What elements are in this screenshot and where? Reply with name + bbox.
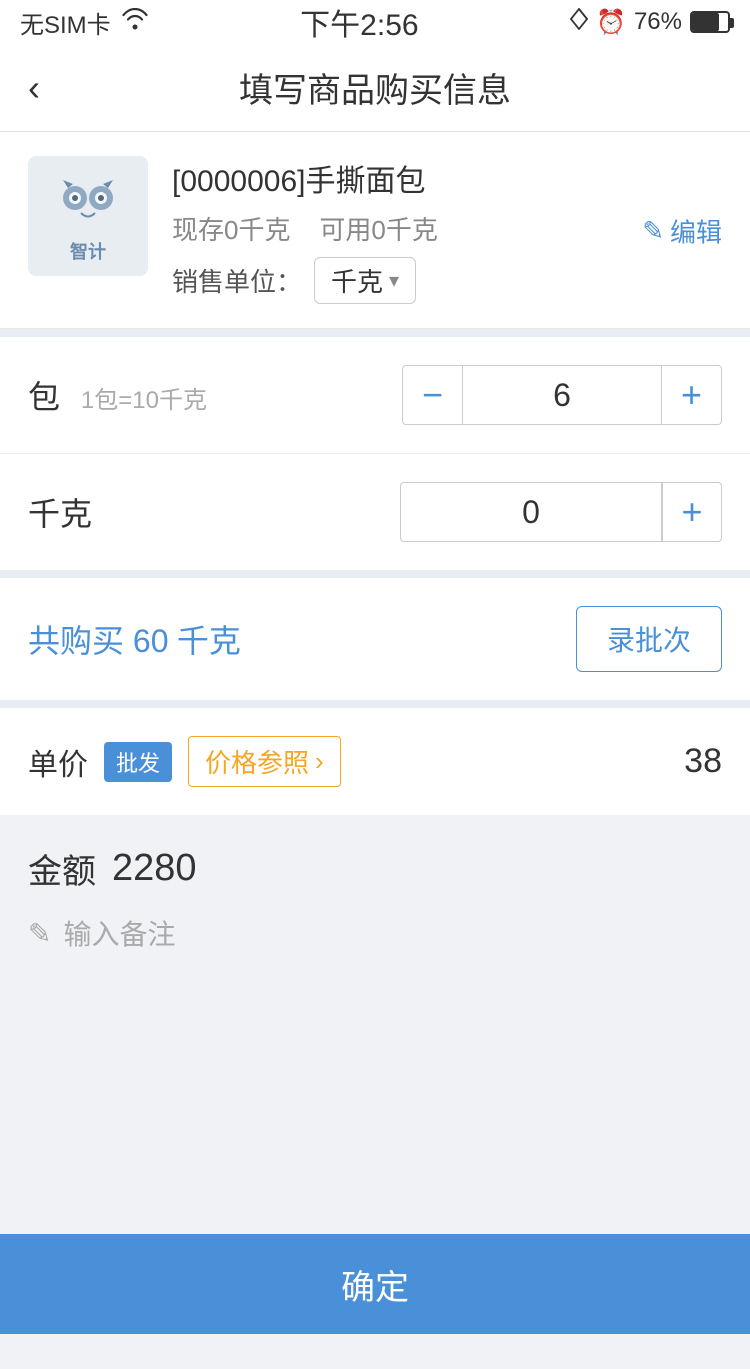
remark-row[interactable]: ✎ 输入备注 <box>28 913 722 953</box>
bag-label: 包 1包=10千克 <box>28 372 402 418</box>
back-button[interactable]: ‹ <box>28 67 40 109</box>
bag-increment-button[interactable]: + <box>662 365 722 425</box>
bag-decrement-button[interactable]: − <box>402 365 462 425</box>
confirm-button[interactable]: 确定 <box>341 1260 409 1309</box>
wifi-icon <box>121 8 149 37</box>
unit-selector[interactable]: 千克 ▾ <box>314 257 416 304</box>
price-label: 单价 <box>28 740 88 784</box>
location-icon <box>570 8 588 37</box>
kg-quantity-row: 千克 + <box>0 454 750 578</box>
edit-label: 编辑 <box>670 212 722 249</box>
bag-quantity-input[interactable] <box>462 365 662 425</box>
product-thumbnail: 智计 <box>28 156 148 276</box>
price-section: 单价 批发 价格参照 › 38 <box>0 708 750 816</box>
record-batch-button[interactable]: 录批次 <box>576 606 722 672</box>
product-unit-row: 销售单位： 千克 ▾ <box>172 257 722 304</box>
amount-value: 2280 <box>112 847 197 890</box>
kg-increment-button[interactable]: + <box>662 482 722 542</box>
summary-text: 共购买 60 千克 <box>28 616 576 662</box>
price-reference-button[interactable]: 价格参照 › <box>188 736 341 787</box>
alarm-icon: ⏰ <box>596 8 626 37</box>
bag-quantity-row: 包 1包=10千克 − + <box>0 337 750 454</box>
page-title: 填写商品购买信息 <box>239 63 511 112</box>
product-card: 智计 [0000006]手撕面包 现存0千克 可用0千克 销售单位： 千克 ▾ <box>0 132 750 329</box>
amount-row: 金额 2280 <box>28 844 722 893</box>
status-left: 无SIM卡 <box>20 5 149 40</box>
status-bar: 无SIM卡 下午2:56 ⏰ 76% <box>0 0 750 44</box>
kg-quantity-input[interactable] <box>400 482 662 542</box>
summary-prefix: 共购买 <box>28 623 133 659</box>
product-info: [0000006]手撕面包 现存0千克 可用0千克 销售单位： 千克 ▾ <box>172 156 722 304</box>
carrier-label: 无SIM卡 <box>20 5 111 40</box>
stock-label: 现存0千克 <box>172 215 290 245</box>
battery-percent: 76% <box>634 8 682 36</box>
kg-qty-controls: + <box>400 482 722 542</box>
product-logo: 智计 <box>53 168 123 264</box>
price-ref-label: 价格参照 <box>205 743 309 780</box>
price-ref-arrow-icon: › <box>315 746 324 777</box>
product-name: [0000006]手撕面包 <box>172 156 722 200</box>
unit-label: 销售单位： <box>172 262 302 299</box>
bag-hint: 1包=10千克 <box>81 387 207 414</box>
bag-qty-controls: − + <box>402 365 722 425</box>
product-card-wrapper: 智计 [0000006]手撕面包 现存0千克 可用0千克 销售单位： 千克 ▾ <box>0 132 750 337</box>
price-batch-tag: 批发 <box>104 742 172 782</box>
available-label: 可用0千克 <box>319 215 437 245</box>
summary-quantity: 60 <box>133 623 169 659</box>
summary-row: 共购买 60 千克 录批次 <box>0 578 750 708</box>
price-value: 38 <box>684 742 722 781</box>
logo-text: 智计 <box>53 238 123 264</box>
page-filler <box>0 969 750 1269</box>
edit-button[interactable]: ✎ 编辑 <box>642 212 722 249</box>
confirm-bar[interactable]: 确定 <box>0 1234 750 1334</box>
summary-unit: 千克 <box>177 623 241 659</box>
nav-bar: ‹ 填写商品购买信息 <box>0 44 750 132</box>
unit-arrow-icon: ▾ <box>389 268 399 293</box>
remark-placeholder: 输入备注 <box>63 913 175 953</box>
product-stock: 现存0千克 可用0千克 <box>172 210 722 247</box>
edit-icon: ✎ <box>642 215 664 246</box>
status-right: ⏰ 76% <box>570 8 730 37</box>
remark-icon: ✎ <box>28 917 51 950</box>
unit-value: 千克 <box>331 262 383 299</box>
status-time: 下午2:56 <box>300 0 418 44</box>
kg-label: 千克 <box>28 489 400 535</box>
battery-icon <box>690 11 730 33</box>
amount-label: 金额 <box>28 844 96 893</box>
amount-section: 金额 2280 ✎ 输入备注 <box>0 816 750 969</box>
